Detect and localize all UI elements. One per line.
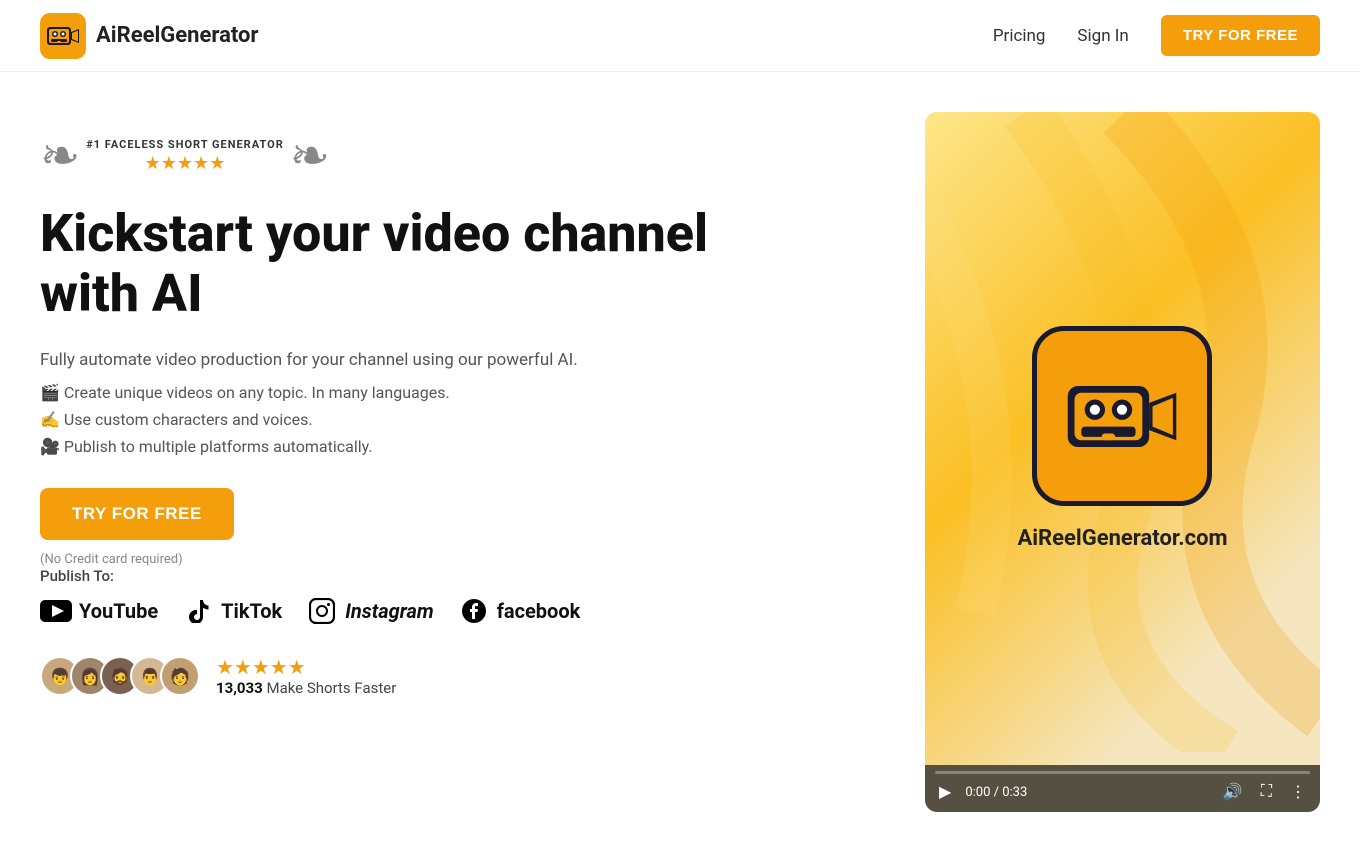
hero-description: Fully automate video production for your… bbox=[40, 348, 720, 374]
badge-center: #1 FACELESS SHORT GENERATOR ★★★★★ bbox=[80, 138, 290, 174]
cta-section: TRY FOR FREE (No Credit card required) bbox=[40, 488, 720, 567]
video-site-text: AiReelGenerator.com bbox=[1017, 526, 1227, 551]
more-options-button[interactable]: ⋮ bbox=[1286, 780, 1310, 804]
left-column: ❧ #1 FACELESS SHORT GENERATOR ★★★★★ ❧ Ki… bbox=[40, 112, 720, 697]
platform-instagram-label: Instagram bbox=[345, 599, 434, 623]
vc-right: 🔊 ⛶ ⋮ bbox=[1219, 780, 1310, 804]
platform-facebook: facebook bbox=[458, 599, 581, 623]
badge-stars: ★★★★★ bbox=[86, 153, 284, 174]
award-badge: ❧ #1 FACELESS SHORT GENERATOR ★★★★★ ❧ bbox=[40, 132, 720, 180]
volume-button[interactable]: 🔊 bbox=[1219, 780, 1247, 804]
social-proof: 👦 👩 🧔 👨 🧑 ★★★★★ 13,033 Make Shorts Faste… bbox=[40, 655, 720, 697]
proof-details: ★★★★★ 13,033 Make Shorts Faster bbox=[216, 655, 396, 697]
logo-icon bbox=[40, 13, 86, 59]
proof-label: Make Shorts Faster bbox=[266, 679, 396, 697]
platform-facebook-label: facebook bbox=[497, 599, 581, 623]
nav-try-button[interactable]: TRY FOR FREE bbox=[1161, 15, 1320, 56]
video-controls-row: ▶ 0:00 / 0:33 🔊 ⛶ ⋮ bbox=[935, 780, 1310, 804]
instagram-icon bbox=[306, 600, 338, 622]
facebook-icon bbox=[458, 600, 490, 622]
laurel-right: ❧ bbox=[290, 132, 330, 180]
signin-link[interactable]: Sign In bbox=[1077, 26, 1128, 46]
nav-right: Pricing Sign In TRY FOR FREE bbox=[993, 15, 1320, 56]
main-content: ❧ #1 FACELESS SHORT GENERATOR ★★★★★ ❧ Ki… bbox=[0, 72, 1360, 852]
badge-label-text: #1 FACELESS SHORT GENERATOR bbox=[86, 138, 284, 151]
cta-button[interactable]: TRY FOR FREE bbox=[40, 488, 234, 540]
video-time: 0:00 / 0:33 bbox=[965, 785, 1027, 800]
publish-label: Publish To: bbox=[40, 567, 720, 585]
platform-tiktok: TikTok bbox=[182, 599, 282, 623]
logo-text: AiReelGenerator bbox=[96, 23, 258, 48]
youtube-icon bbox=[40, 600, 72, 622]
video-logo-icon bbox=[1032, 326, 1212, 506]
platform-list: YouTube TikTok bbox=[40, 599, 720, 623]
right-column: AiReelGenerator.com ▶ 0:00 / 0:33 🔊 ⛶ bbox=[925, 112, 1320, 812]
feature-item: 🎬 Create unique videos on any topic. In … bbox=[40, 383, 720, 402]
no-card-text: (No Credit card required) bbox=[40, 552, 183, 567]
platform-instagram: Instagram bbox=[306, 599, 434, 623]
proof-stars: ★★★★★ bbox=[216, 655, 396, 679]
video-progress-bar[interactable] bbox=[935, 771, 1310, 774]
feature-list: 🎬 Create unique videos on any topic. In … bbox=[40, 383, 720, 456]
nav-logo[interactable]: AiReelGenerator bbox=[40, 13, 258, 59]
pricing-link[interactable]: Pricing bbox=[993, 26, 1046, 46]
avatar-5: 🧑 bbox=[160, 656, 200, 696]
tiktok-icon bbox=[182, 600, 214, 622]
hero-heading: Kickstart your video channel with AI bbox=[40, 204, 720, 324]
avatar-group: 👦 👩 🧔 👨 🧑 bbox=[40, 656, 200, 696]
feature-item: 🎥 Publish to multiple platforms automati… bbox=[40, 437, 720, 456]
play-button[interactable]: ▶ bbox=[935, 780, 955, 804]
video-content: AiReelGenerator.com bbox=[925, 112, 1320, 765]
proof-text: 13,033 Make Shorts Faster bbox=[216, 679, 396, 697]
proof-count: 13,033 bbox=[216, 679, 263, 697]
navbar: AiReelGenerator Pricing Sign In TRY FOR … bbox=[0, 0, 1360, 72]
video-player[interactable]: AiReelGenerator.com ▶ 0:00 / 0:33 🔊 ⛶ bbox=[925, 112, 1320, 812]
feature-item: ✍️ Use custom characters and voices. bbox=[40, 410, 720, 429]
platform-tiktok-label: TikTok bbox=[221, 599, 282, 623]
vc-left: ▶ 0:00 / 0:33 bbox=[935, 780, 1027, 804]
video-controls: ▶ 0:00 / 0:33 🔊 ⛶ ⋮ bbox=[925, 765, 1320, 812]
laurel-left: ❧ bbox=[40, 132, 80, 180]
platform-youtube: YouTube bbox=[40, 599, 158, 623]
fullscreen-button[interactable]: ⛶ bbox=[1257, 781, 1276, 803]
publish-section: Publish To: YouTube bbox=[40, 567, 720, 623]
platform-youtube-label: YouTube bbox=[79, 599, 158, 623]
